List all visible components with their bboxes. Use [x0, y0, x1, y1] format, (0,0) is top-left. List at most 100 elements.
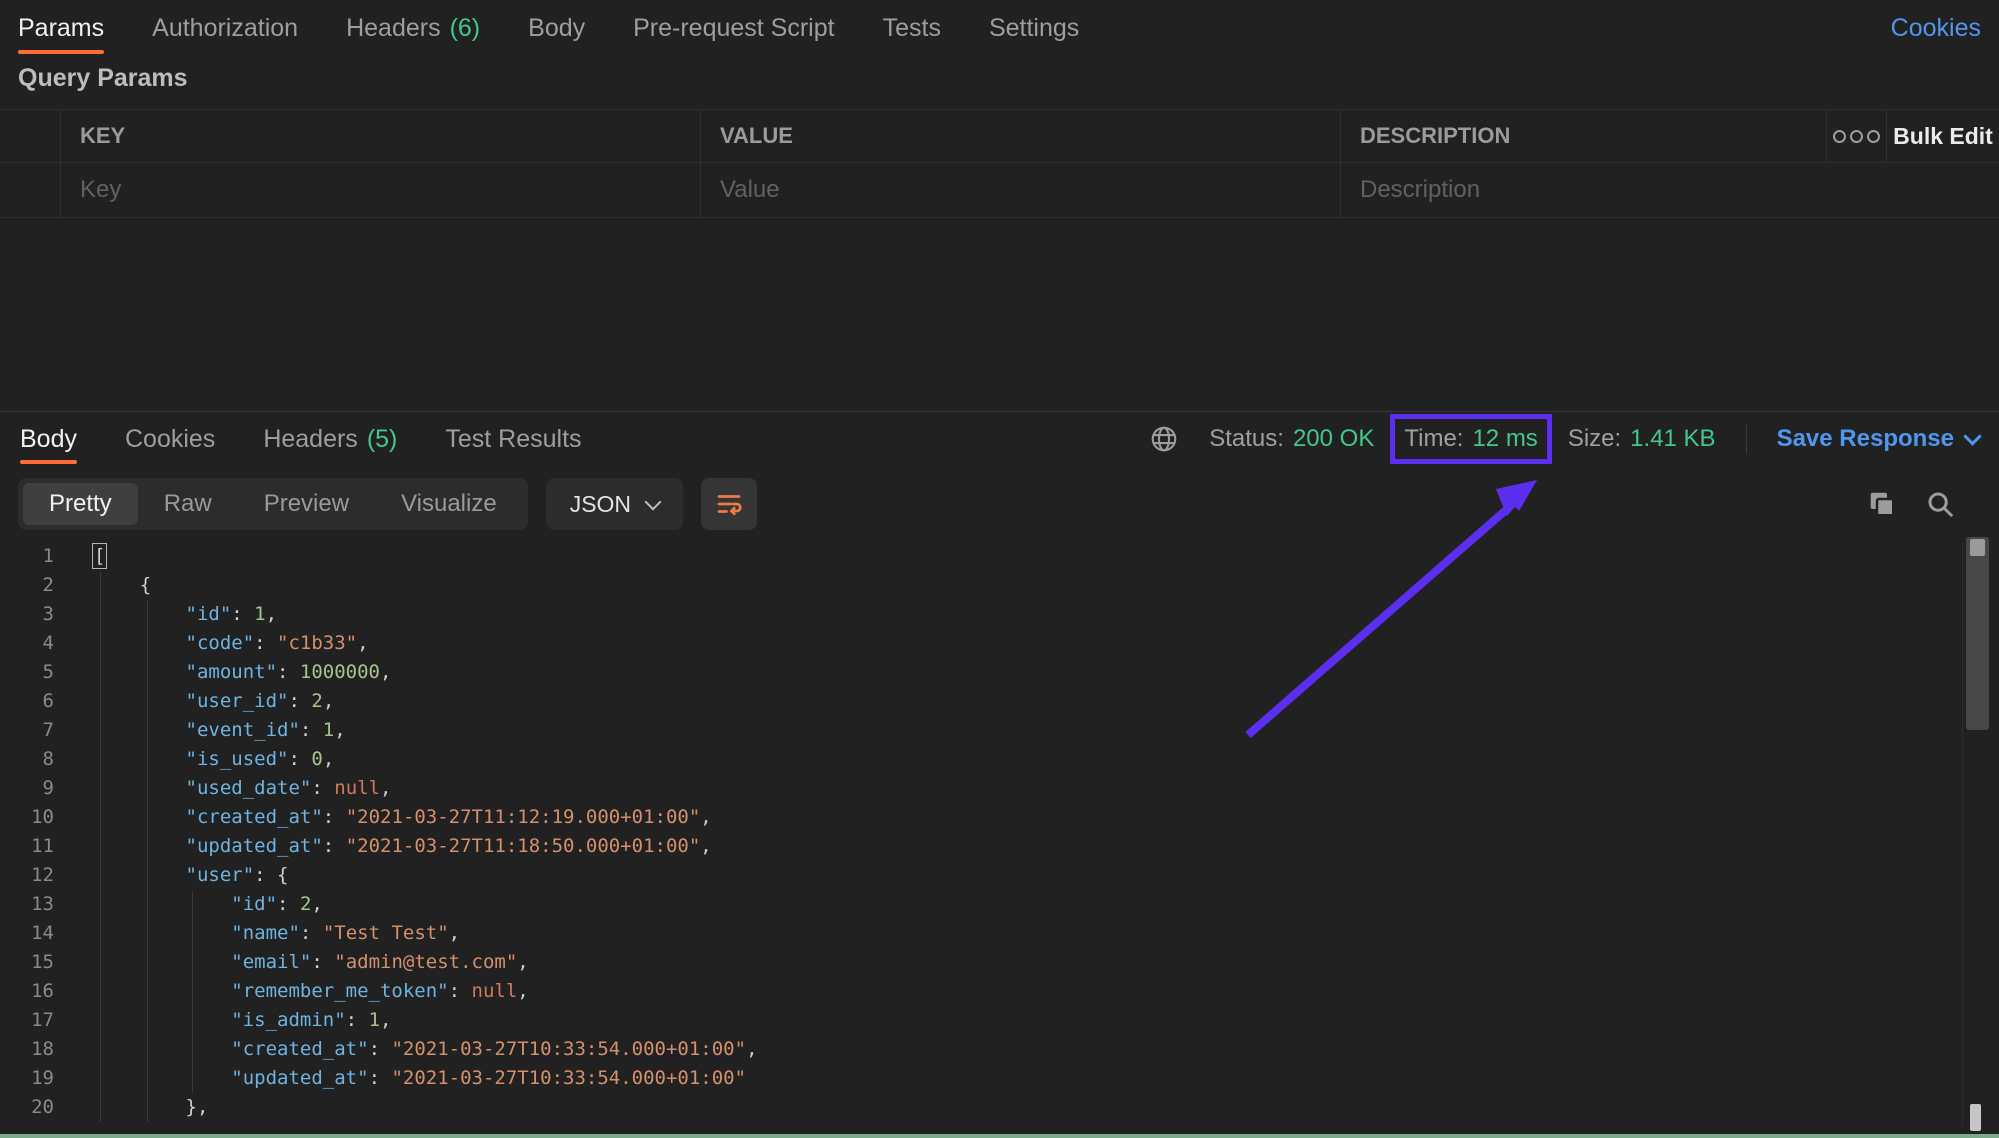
- code-text: [: [94, 542, 105, 571]
- response-tab-cookies[interactable]: Cookies: [125, 412, 215, 466]
- search-icon[interactable]: [1925, 489, 1955, 519]
- line-number: 1: [0, 542, 54, 571]
- key-column-header: KEY: [60, 110, 700, 162]
- indent-guide: [192, 891, 193, 1093]
- request-tab-body[interactable]: Body: [528, 0, 585, 56]
- line-number: 10: [0, 803, 54, 832]
- request-tab-pre-request-script[interactable]: Pre-request Script: [633, 0, 834, 56]
- status-bar-divider: [1746, 424, 1747, 454]
- code-line-10: 10 "created_at": "2021-03-27T11:12:19.00…: [0, 803, 1999, 832]
- request-tabs: Params Authorization Headers (6) Body Pre-req…: [18, 0, 1079, 56]
- code-line-9: 9 "used_date": null,: [0, 774, 1999, 803]
- response-header: Body Cookies Headers(5) Test Results Status…: [0, 412, 1999, 466]
- line-number: 12: [0, 861, 54, 890]
- more-options-button[interactable]: [1826, 110, 1886, 162]
- description-column-header: DESCRIPTION: [1340, 110, 1826, 162]
- time-indicator[interactable]: Time: 12 ms: [1404, 425, 1537, 453]
- line-number: 16: [0, 977, 54, 1006]
- code-line-12: 12 "user": {: [0, 861, 1999, 890]
- text-cursor-highlight: [: [94, 545, 105, 567]
- wrap-text-button[interactable]: [701, 478, 757, 530]
- response-body-editor[interactable]: 1[2 {3 "id": 1,4 "code": "c1b33",5 "amou…: [0, 542, 1999, 1122]
- param-value-input[interactable]: Value: [700, 163, 1340, 217]
- tab-label: Pre-request Script: [633, 14, 834, 43]
- more-options-icon: [1833, 130, 1880, 143]
- line-number: 11: [0, 832, 54, 861]
- code-line-13: 13 "id": 2,: [0, 890, 1999, 919]
- code-line-18: 18 "created_at": "2021-03-27T10:33:54.00…: [0, 1035, 1999, 1064]
- tab-label: Headers: [346, 14, 441, 43]
- code-line-2: 2 {: [0, 571, 1999, 600]
- tab-label: Test Results: [445, 425, 581, 454]
- view-tab-raw[interactable]: Raw: [138, 483, 238, 525]
- scrollbar-thumb[interactable]: [1966, 537, 1989, 730]
- response-body-tools: [1867, 489, 1955, 519]
- request-panel: Params Authorization Headers (6) Body Pre-req…: [0, 0, 1999, 218]
- request-tab-bar: Params Authorization Headers (6) Body Pre-req…: [0, 0, 1999, 56]
- cookies-link[interactable]: Cookies: [1891, 14, 1981, 43]
- request-tab-tests[interactable]: Tests: [883, 0, 941, 56]
- line-number: 13: [0, 890, 54, 919]
- language-select[interactable]: JSON: [546, 478, 683, 530]
- copy-icon[interactable]: [1867, 489, 1897, 519]
- code-text: "id": 2,: [94, 890, 323, 919]
- tab-label: Settings: [989, 14, 1079, 43]
- view-tab-preview[interactable]: Preview: [238, 483, 375, 525]
- response-tabs: Body Cookies Headers(5) Test Results: [20, 412, 582, 466]
- wrap-text-icon: [714, 489, 744, 519]
- response-tab-test-results[interactable]: Test Results: [445, 412, 581, 466]
- code-text: "created_at": "2021-03-27T11:12:19.000+0…: [94, 803, 712, 832]
- query-params-title: Query Params: [0, 56, 1999, 109]
- scrollbar-bottom-marker: [1970, 1104, 1981, 1131]
- code-line-8: 8 "is_used": 0,: [0, 745, 1999, 774]
- code-line-15: 15 "email": "admin@test.com",: [0, 948, 1999, 977]
- tab-label: Body: [20, 425, 77, 454]
- size-indicator[interactable]: Size: 1.41 KB: [1568, 425, 1716, 453]
- line-number: 19: [0, 1064, 54, 1093]
- window-bottom-edge: [0, 1134, 1999, 1138]
- response-tab-headers[interactable]: Headers(5): [263, 412, 397, 466]
- request-tab-headers[interactable]: Headers (6): [346, 0, 480, 56]
- tab-label: Cookies: [125, 425, 215, 454]
- code-text: "code": "c1b33",: [94, 629, 369, 658]
- request-tab-settings[interactable]: Settings: [989, 0, 1079, 56]
- code-line-1: 1[: [0, 542, 1999, 571]
- param-key-input[interactable]: Key: [60, 163, 700, 217]
- status-indicator[interactable]: Status: 200 OK: [1209, 425, 1374, 453]
- code-line-4: 4 "code": "c1b33",: [0, 629, 1999, 658]
- indent-guide: [100, 572, 101, 1122]
- line-number: 5: [0, 658, 54, 687]
- code-text: "remember_me_token": null,: [94, 977, 529, 1006]
- view-tab-pretty[interactable]: Pretty: [23, 483, 138, 525]
- request-tab-params[interactable]: Params: [18, 0, 104, 56]
- code-line-20: 20 },: [0, 1093, 1999, 1122]
- save-response-button[interactable]: Save Response: [1777, 425, 1979, 453]
- response-view-bar: PrettyRawPreviewVisualize JSON: [0, 466, 1999, 540]
- network-globe-icon[interactable]: [1149, 424, 1179, 454]
- code-line-17: 17 "is_admin": 1,: [0, 1006, 1999, 1035]
- code-text: "email": "admin@test.com",: [94, 948, 529, 977]
- checkbox-column-header: [0, 110, 60, 162]
- tab-label: Params: [18, 14, 104, 43]
- response-status-bar: Status: 200 OK Time: 12 ms Size: 1.41 KB…: [1149, 424, 1979, 454]
- chevron-down-icon: [645, 494, 662, 511]
- tab-count-badge: (6): [450, 14, 481, 43]
- line-number: 18: [0, 1035, 54, 1064]
- value-column-header: VALUE: [700, 110, 1340, 162]
- response-tab-body[interactable]: Body: [20, 412, 77, 466]
- request-tab-authorization[interactable]: Authorization: [152, 0, 298, 56]
- line-number: 6: [0, 687, 54, 716]
- bulk-edit-button[interactable]: Bulk Edit: [1886, 110, 1999, 162]
- view-tab-visualize[interactable]: Visualize: [375, 483, 523, 525]
- code-line-7: 7 "event_id": 1,: [0, 716, 1999, 745]
- line-number: 14: [0, 919, 54, 948]
- code-text: "is_used": 0,: [94, 745, 334, 774]
- code-text: "created_at": "2021-03-27T10:33:54.000+0…: [94, 1035, 758, 1064]
- code-text: "id": 1,: [94, 600, 277, 629]
- code-text: "event_id": 1,: [94, 716, 346, 745]
- code-text: {: [94, 571, 151, 600]
- tab-label: Authorization: [152, 14, 298, 43]
- code-line-19: 19 "updated_at": "2021-03-27T10:33:54.00…: [0, 1064, 1999, 1093]
- scrollbar-position-marker: [1970, 539, 1985, 556]
- param-description-input[interactable]: Description: [1340, 163, 1999, 217]
